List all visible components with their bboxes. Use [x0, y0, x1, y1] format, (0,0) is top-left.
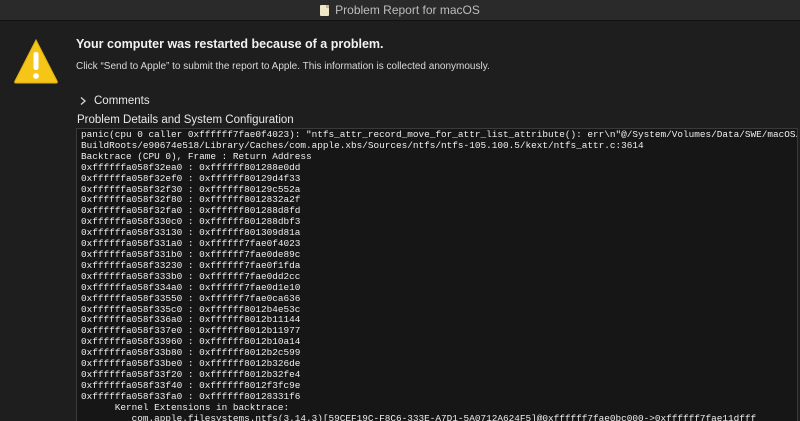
comments-label: Comments: [94, 95, 150, 107]
chevron-right-icon: [80, 96, 87, 106]
report-description: Click “Send to Apple” to submit the repo…: [76, 61, 490, 72]
document-icon: [320, 4, 330, 16]
window-title: Problem Report for macOS: [335, 3, 480, 17]
comments-disclosure[interactable]: Comments: [78, 95, 150, 107]
problem-details-textarea[interactable]: panic(cpu 0 caller 0xffffff7fae0f4023): …: [76, 128, 798, 421]
report-heading: Your computer was restarted because of a…: [76, 37, 384, 51]
panic-log-text: panic(cpu 0 caller 0xffffff7fae0f4023): …: [81, 129, 798, 421]
details-section-title: Problem Details and System Configuration: [77, 114, 294, 126]
window-titlebar[interactable]: Problem Report for macOS: [0, 0, 800, 21]
warning-icon: [14, 38, 58, 84]
